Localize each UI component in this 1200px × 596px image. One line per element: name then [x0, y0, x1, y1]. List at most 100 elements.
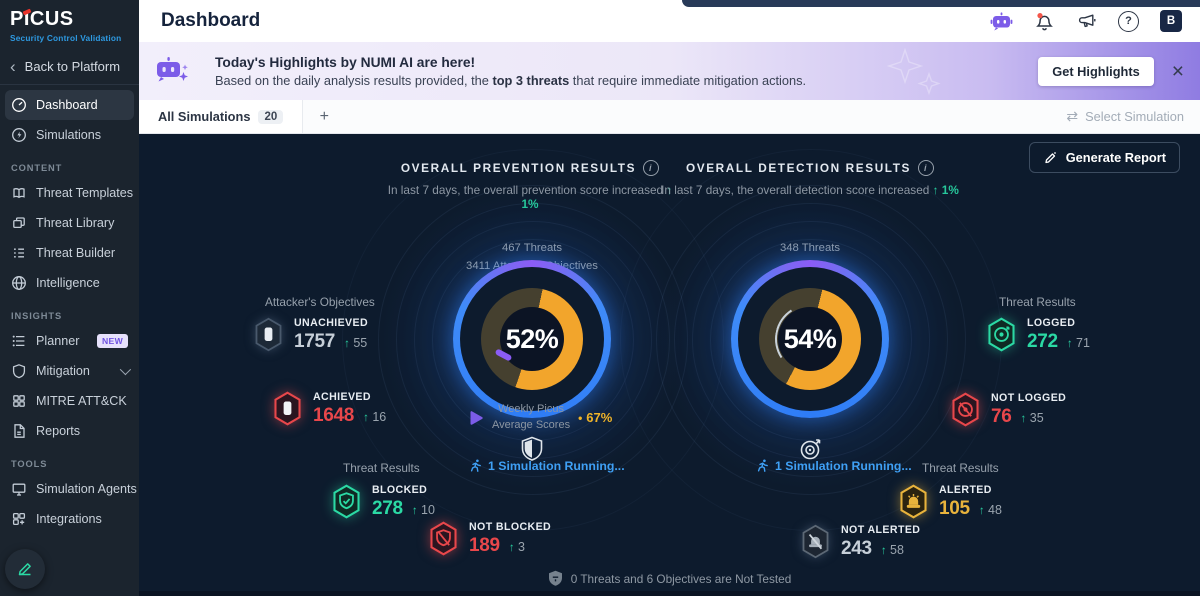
stat-unachieved: UNACHIEVED 1757 ↑ 55	[253, 316, 368, 353]
arrow-up-icon: ↑	[933, 183, 939, 197]
detection-subtitle: In last 7 days, the overall detection sc…	[660, 183, 960, 197]
prevention-score: 52%	[453, 260, 611, 418]
sidebar-item-planner[interactable]: Planner NEW	[5, 326, 134, 356]
shield-check-icon	[331, 483, 362, 520]
app-window: PICUS Security Control Validation ‹ Back…	[0, 0, 1200, 596]
notifications-bell-icon[interactable]	[1034, 11, 1055, 32]
sidebar-item-label: Planner	[36, 334, 79, 348]
info-icon[interactable]: i	[918, 160, 934, 176]
numi-bot-icon[interactable]	[990, 11, 1013, 32]
detection-title: OVERALL DETECTION RESULTS	[686, 161, 911, 175]
sidebar-item-label: Threat Library	[36, 216, 114, 230]
sidebar-item-intelligence[interactable]: Intelligence	[5, 268, 134, 298]
tab-all-simulations[interactable]: All Simulations 20	[139, 100, 303, 133]
shield-note-icon	[548, 570, 563, 587]
sidebar-item-label: Integrations	[36, 512, 102, 526]
stat-value: 105	[939, 498, 970, 520]
stat-label: BLOCKED	[372, 484, 435, 496]
sidebar-item-label: Threat Templates	[36, 186, 133, 200]
document-icon	[11, 423, 27, 439]
radar-logged-icon	[986, 316, 1017, 353]
stat-delta: ↑ 58	[881, 543, 904, 557]
stat-value: 189	[469, 535, 500, 557]
sparkle-watermark	[875, 48, 945, 100]
announcements-megaphone-icon[interactable]	[1076, 11, 1097, 31]
info-icon[interactable]: i	[643, 160, 659, 176]
sidebar-item-mitre-attck[interactable]: MITRE ATT&CK	[5, 386, 134, 416]
top-header: Dashboard ? B	[139, 0, 1200, 42]
stat-delta: ↑ 71	[1067, 336, 1090, 350]
section-insights: INSIGHTS	[5, 298, 134, 326]
get-highlights-button[interactable]: Get Highlights	[1038, 57, 1153, 86]
pencil-icon	[16, 560, 34, 578]
dashboard-gauge-icon	[11, 97, 27, 113]
add-tab-button[interactable]: +	[303, 100, 345, 133]
sidebar-item-threat-builder[interactable]: Threat Builder	[5, 238, 134, 268]
select-simulation-label: Select Simulation	[1085, 109, 1184, 124]
stat-not-logged: NOT LOGGED 76 ↑ 35	[950, 391, 1066, 428]
sidebar-item-label: Threat Builder	[36, 246, 115, 260]
report-pen-icon	[1043, 150, 1058, 165]
header-icons: ? B	[990, 10, 1182, 32]
library-icon	[11, 215, 27, 231]
weekly-value: • 67%	[578, 410, 612, 425]
close-icon[interactable]: ×	[1172, 61, 1184, 82]
runner-icon	[470, 459, 482, 473]
sidebar-item-label: Mitigation	[36, 364, 90, 378]
sidebar-item-mitigation[interactable]: Mitigation	[5, 356, 134, 386]
siren-slash-icon	[800, 523, 831, 560]
stat-value: 76	[991, 406, 1012, 428]
bottom-edge-bar	[139, 591, 1200, 596]
results-panel: Generate Report OVERALL PREVENTION RESUL…	[139, 134, 1200, 596]
stat-delta: ↑ 48	[979, 503, 1002, 517]
banner-body: Based on the daily analysis results prov…	[215, 73, 806, 88]
stat-value: 278	[372, 498, 403, 520]
sidebar-item-label: MITRE ATT&CK	[36, 394, 127, 408]
back-to-platform[interactable]: ‹ Back to Platform	[0, 50, 139, 85]
attackers-objectives-label: Attacker's Objectives	[265, 295, 375, 309]
generate-report-label: Generate Report	[1066, 150, 1166, 165]
stat-label: NOT BLOCKED	[469, 521, 551, 533]
select-simulation-button[interactable]: ⇄ Select Simulation	[1066, 100, 1200, 133]
stat-not-blocked: NOT BLOCKED 189 ↑ 3	[428, 520, 551, 557]
info-glyph: i	[924, 163, 928, 173]
banner-body-prefix: Based on the daily analysis results prov…	[215, 73, 492, 88]
sidebar-item-simulation-agents[interactable]: Simulation Agents	[5, 474, 134, 504]
sidebar-item-integrations[interactable]: Integrations	[5, 504, 134, 534]
picus-logo: PICUS	[10, 9, 74, 29]
sidebar-item-simulations[interactable]: Simulations	[5, 120, 134, 150]
stat-delta: ↑ 3	[509, 540, 525, 554]
sidebar-nav: Dashboard Simulations CONTENT Threat Tem…	[0, 85, 139, 596]
highlights-banner: Today's Highlights by NUMI AI are here! …	[139, 42, 1200, 100]
planner-icon	[11, 333, 27, 349]
simulation-running-right: 1 Simulation Running...	[757, 459, 912, 473]
sidebar-item-reports[interactable]: Reports	[5, 416, 134, 446]
monitor-icon	[11, 481, 27, 497]
logo-subtitle: Security Control Validation	[10, 33, 139, 43]
sidebar-item-label: Dashboard	[36, 98, 98, 112]
play-icon[interactable]	[469, 410, 484, 426]
sidebar-item-threat-library[interactable]: Threat Library	[5, 208, 134, 238]
not-tested-note: 0 Threats and 6 Objectives are Not Teste…	[139, 570, 1200, 587]
dot-icon: •	[578, 411, 582, 425]
chevron-left-icon: ‹	[10, 62, 16, 72]
user-avatar[interactable]: B	[1160, 10, 1182, 32]
feedback-pencil-button[interactable]	[5, 549, 45, 589]
sidebar-item-threat-templates[interactable]: Threat Templates	[5, 178, 134, 208]
banner-actions: Get Highlights ×	[1038, 57, 1184, 86]
prevention-title: OVERALL PREVENTION RESULTS	[401, 161, 636, 175]
stat-not-alerted: NOT ALERTED 243 ↑ 58	[800, 523, 920, 560]
list-builder-icon	[11, 245, 27, 261]
prevention-gauge: 52%	[453, 260, 611, 418]
banner-text: Today's Highlights by NUMI AI are here! …	[215, 55, 806, 88]
generate-report-button[interactable]: Generate Report	[1029, 142, 1180, 173]
threat-results-label: Threat Results	[922, 461, 999, 475]
simulation-running-left: 1 Simulation Running...	[470, 459, 625, 473]
objective-achieved-icon	[272, 390, 303, 427]
sidebar-item-dashboard[interactable]: Dashboard	[5, 90, 134, 120]
grid-icon	[11, 393, 27, 409]
top-dark-strip	[682, 0, 1200, 7]
sidebar-item-label: Intelligence	[36, 276, 100, 290]
chevron-down-icon	[120, 364, 131, 375]
help-icon[interactable]: ?	[1118, 11, 1139, 32]
